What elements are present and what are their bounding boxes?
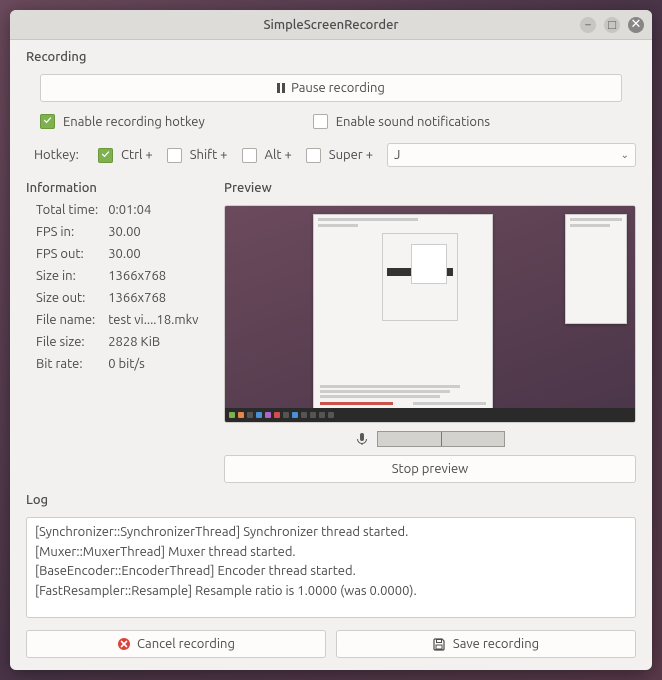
file-name-value: test vi....18.mkv (108, 313, 206, 327)
save-label: Save recording (453, 637, 539, 651)
cancel-icon (117, 637, 131, 651)
stop-preview-label: Stop preview (392, 462, 469, 476)
enable-hotkey-label[interactable]: Enable recording hotkey (63, 115, 205, 129)
maximize-button[interactable]: □ (604, 17, 620, 33)
close-button[interactable]: ✕ (628, 17, 644, 33)
enable-sound-label[interactable]: Enable sound notifications (336, 115, 490, 129)
size-out-value: 1366x768 (108, 291, 206, 305)
hotkey-key-dropdown[interactable]: J ⌄ (387, 143, 636, 167)
titlebar[interactable]: SimpleScreenRecorder – □ ✕ (10, 10, 652, 40)
ctrl-checkbox[interactable] (98, 148, 113, 163)
save-icon (433, 637, 447, 651)
fps-in-label: FPS in: (36, 225, 98, 239)
shift-label[interactable]: Shift + (190, 148, 228, 162)
fps-out-label: FPS out: (36, 247, 98, 261)
shift-checkbox[interactable] (167, 148, 182, 163)
size-out-label: Size out: (36, 291, 98, 305)
pause-icon (277, 83, 285, 93)
bit-rate-value: 0 bit/s (108, 357, 206, 371)
cancel-recording-button[interactable]: Cancel recording (26, 630, 326, 658)
save-recording-button[interactable]: Save recording (336, 630, 636, 658)
log-line: [Muxer::MuxerThread] Muxer thread starte… (35, 544, 627, 562)
chevron-down-icon: ⌄ (621, 149, 629, 161)
super-checkbox[interactable] (306, 148, 321, 163)
log-line: [Synchronizer::SynchronizerThread] Synch… (35, 524, 627, 542)
enable-sound-checkbox[interactable] (313, 114, 328, 129)
ctrl-label[interactable]: Ctrl + (121, 148, 153, 162)
preview-desktop (225, 206, 635, 422)
information-section-label: Information (26, 181, 206, 195)
minimize-button[interactable]: – (580, 17, 596, 33)
file-size-label: File size: (36, 335, 98, 349)
total-time-label: Total time: (36, 203, 98, 217)
fps-out-value: 30.00 (108, 247, 206, 261)
size-in-label: Size in: (36, 269, 98, 283)
file-name-label: File name: (36, 313, 98, 327)
microphone-icon (355, 432, 369, 446)
log-output[interactable]: [Synchronizer::SynchronizerThread] Synch… (26, 517, 636, 618)
hotkey-key-value: J (394, 148, 400, 162)
information-grid: Total time: 0:01:04 FPS in: 30.00 FPS ou… (26, 199, 206, 371)
alt-label[interactable]: Alt + (265, 148, 292, 162)
content: Recording Pause recording Enable recordi… (10, 40, 652, 670)
pause-label: Pause recording (291, 81, 385, 95)
preview-taskbar (225, 408, 635, 422)
hotkey-label: Hotkey: (34, 148, 84, 162)
recording-section-label: Recording (26, 50, 636, 64)
fps-in-value: 30.00 (108, 225, 206, 239)
super-label[interactable]: Super + (329, 148, 373, 162)
stop-preview-button[interactable]: Stop preview (224, 455, 636, 483)
audio-level-meter (377, 431, 505, 447)
enable-hotkey-checkbox[interactable] (40, 114, 55, 129)
log-line: [FastResampler::Resample] Resample ratio… (35, 583, 627, 601)
window-controls: – □ ✕ (580, 17, 644, 33)
preview-mock-nested (382, 233, 458, 321)
bit-rate-label: Bit rate: (36, 357, 98, 371)
preview-mock-window-side (565, 214, 627, 324)
preview-mock-window-main (313, 214, 493, 410)
preview-area (224, 205, 636, 423)
cancel-label: Cancel recording (137, 637, 235, 651)
file-size-value: 2828 KiB (108, 335, 206, 349)
size-in-value: 1366x768 (108, 269, 206, 283)
window-title: SimpleScreenRecorder (263, 18, 398, 32)
app-window: SimpleScreenRecorder – □ ✕ Recording Pau… (10, 10, 652, 670)
log-section-label: Log (26, 493, 636, 507)
log-line: [BaseEncoder::EncoderThread] Encoder thr… (35, 563, 627, 581)
total-time-value: 0:01:04 (108, 203, 206, 217)
alt-checkbox[interactable] (242, 148, 257, 163)
pause-recording-button[interactable]: Pause recording (40, 74, 622, 102)
preview-section-label: Preview (224, 181, 636, 195)
